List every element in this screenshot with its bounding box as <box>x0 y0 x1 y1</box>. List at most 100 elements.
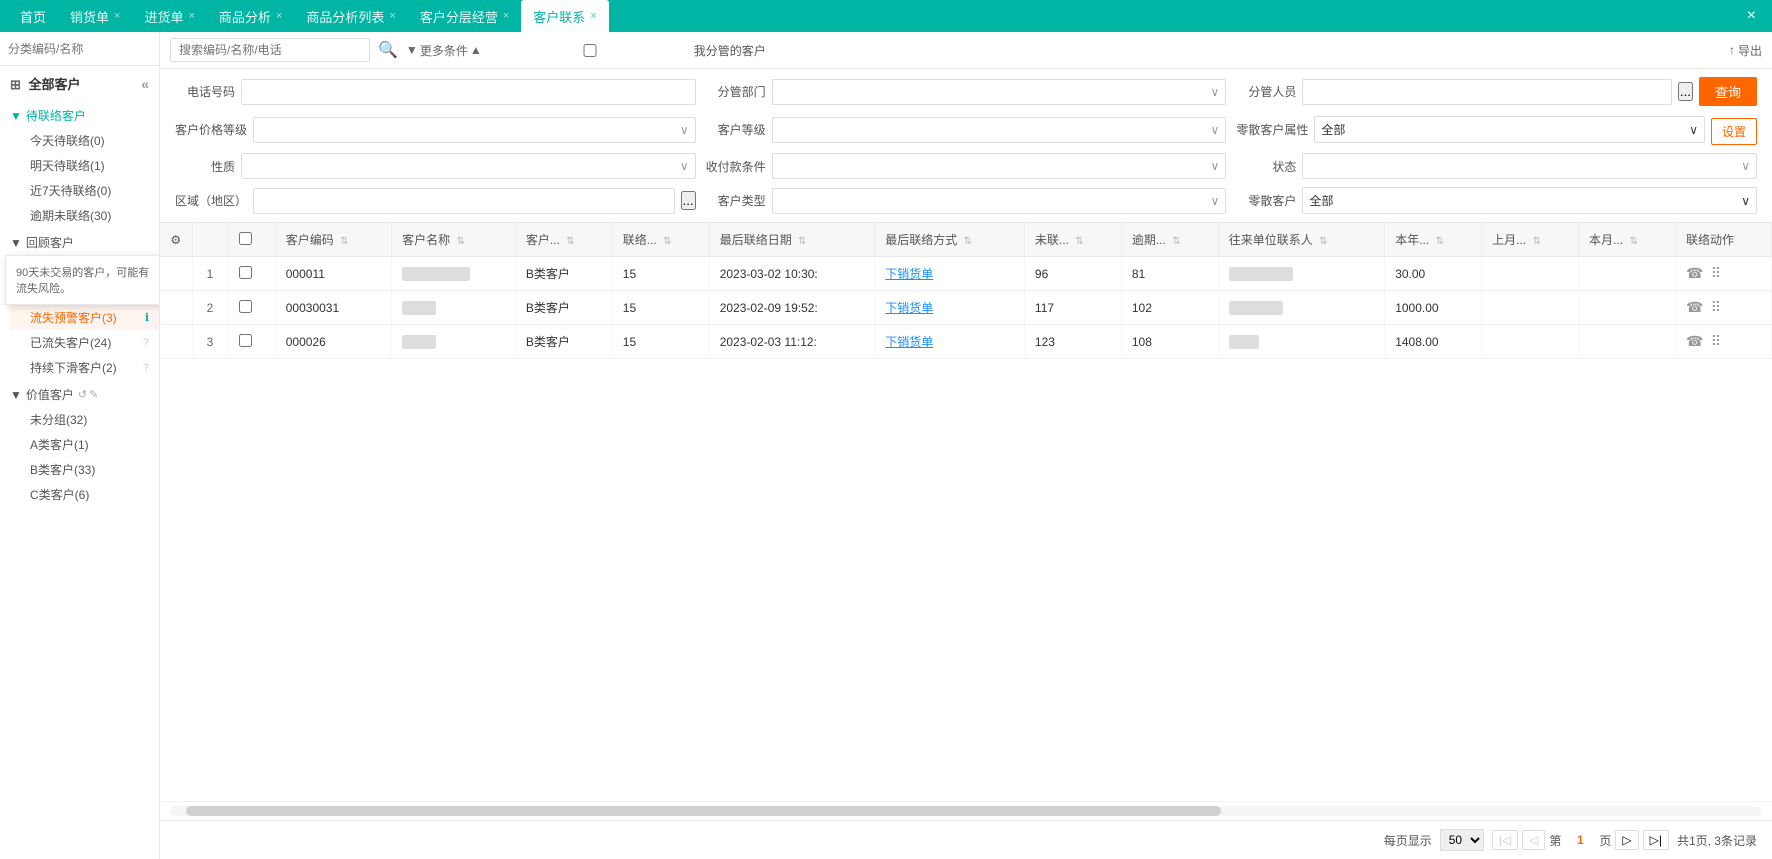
tab-product-analysis[interactable]: 商品分析 × <box>207 0 294 32</box>
table-header-gear[interactable]: ⚙ <box>160 223 192 257</box>
gender-field: 性质 ∨ <box>175 153 696 179</box>
row-checkbox[interactable] <box>228 325 275 359</box>
search-button[interactable]: 🔍 <box>378 40 398 60</box>
tab-customer-contact[interactable]: 客户联系 × <box>521 0 608 32</box>
close-icon[interactable]: × <box>503 10 509 22</box>
phone-input[interactable] <box>241 79 696 105</box>
manager-input[interactable] <box>1302 79 1672 105</box>
contact-icon[interactable]: ☎ <box>1686 333 1703 349</box>
table-header-this-year[interactable]: 本年... ⇅ <box>1385 223 1482 257</box>
last-page-button[interactable]: ▷| <box>1643 830 1669 850</box>
sidebar-item-class-c[interactable]: C类客户(6) <box>10 482 159 507</box>
next-page-button[interactable]: ▷ <box>1615 830 1638 850</box>
sidebar-group-value[interactable]: ▼ 价值客户 ↺ ✎ <box>0 380 159 407</box>
tab-product-analysis-list[interactable]: 商品分析列表 × <box>294 0 407 32</box>
sidebar-item-already-lost[interactable]: 已流失客户(24) ? <box>10 330 159 355</box>
sidebar-item-7days[interactable]: 近7天待联络(0) <box>10 178 159 203</box>
sidebar-group-lost[interactable]: ▼ 回顾客户 <box>0 228 159 255</box>
sidebar-all-customers[interactable]: ⊞ 全部客户 « <box>0 66 159 101</box>
sidebar-item-class-a[interactable]: A类客户(1) <box>10 432 159 457</box>
close-icon[interactable]: × <box>276 10 282 22</box>
page-number-input[interactable] <box>1565 833 1595 847</box>
price-level-select[interactable]: ∨ <box>253 117 696 143</box>
export-button[interactable]: ↑ 导出 <box>1729 42 1762 59</box>
chevron-down-icon: ∨ <box>680 123 689 137</box>
sidebar-item-lost-warning[interactable]: 流失预警客户(3) ℹ <box>10 305 159 330</box>
window-close-icon[interactable]: × <box>1739 7 1764 25</box>
more-action-icon[interactable]: ⠿ <box>1711 333 1721 349</box>
sidebar-search-input[interactable] <box>8 42 160 56</box>
customer-level-select[interactable]: ∨ <box>772 117 1227 143</box>
close-icon[interactable]: × <box>389 10 395 22</box>
zero-attr-select[interactable]: 全部 ∨ <box>1314 116 1705 143</box>
my-customers-checkbox-label[interactable]: 我分管的客户 <box>490 42 766 59</box>
sidebar-group-pending[interactable]: ▼ 待联络客户 <box>0 101 159 128</box>
row-this-year: 30.00 <box>1385 257 1482 291</box>
sidebar-item-ungrouped[interactable]: 未分组(32) <box>10 407 159 432</box>
sort-icon: ⇅ <box>663 236 671 247</box>
refresh-icon[interactable]: ↺ <box>78 388 87 401</box>
prev-page-button[interactable]: ◁ <box>1522 830 1545 850</box>
row-type: B类客户 <box>515 257 612 291</box>
row-last-contact-way[interactable]: 下销货单 <box>875 291 1025 325</box>
table-header-checkbox[interactable] <box>228 223 275 257</box>
close-icon[interactable]: × <box>590 10 596 22</box>
table-header-unlinked[interactable]: 未联... ⇅ <box>1024 223 1121 257</box>
more-conditions-button[interactable]: ▼ 更多条件 ▲ <box>406 42 482 59</box>
collapse-icon[interactable]: « <box>141 76 149 92</box>
zero-customer-select[interactable]: 全部 ∨ <box>1302 187 1757 214</box>
department-select[interactable]: ∨ <box>772 79 1227 105</box>
row-select-checkbox[interactable] <box>239 300 252 313</box>
more-action-icon[interactable]: ⠿ <box>1711 299 1721 315</box>
row-overdue: 102 <box>1121 291 1218 325</box>
customer-type-field: 客户类型 ∨ <box>706 188 1227 214</box>
row-last-contact-way[interactable]: 下销货单 <box>875 257 1025 291</box>
close-icon[interactable]: × <box>114 10 120 22</box>
tab-sales[interactable]: 销货单 × <box>58 0 132 32</box>
customer-type-select[interactable]: ∨ <box>772 188 1227 214</box>
tab-home[interactable]: 首页 <box>8 0 58 32</box>
contact-icon[interactable]: ☎ <box>1686 299 1703 315</box>
my-customers-checkbox[interactable] <box>490 44 690 57</box>
edit-icon[interactable]: ✎ <box>89 388 98 401</box>
manager-ellipsis-button[interactable]: ... <box>1678 82 1693 101</box>
gender-select[interactable]: ∨ <box>241 153 696 179</box>
table-header-unit-contact[interactable]: 往来单位联系人 ⇅ <box>1218 223 1384 257</box>
row-last-contact-way[interactable]: 下销货单 <box>875 325 1025 359</box>
sidebar-item-declining[interactable]: 持续下滑客户(2) ? <box>10 355 159 380</box>
row-select-checkbox[interactable] <box>239 266 252 279</box>
tab-purchase[interactable]: 进货单 × <box>132 0 206 32</box>
contact-icon[interactable]: ☎ <box>1686 265 1703 281</box>
search-input[interactable] <box>170 38 370 62</box>
help-icon: ? <box>143 362 149 374</box>
select-all-checkbox[interactable] <box>239 232 252 245</box>
first-page-button[interactable]: |◁ <box>1492 830 1518 850</box>
query-button[interactable]: 查询 <box>1699 77 1757 106</box>
close-icon[interactable]: × <box>188 10 194 22</box>
row-select-checkbox[interactable] <box>239 334 252 347</box>
row-checkbox[interactable] <box>228 291 275 325</box>
sidebar-item-today[interactable]: 今天待联络(0) <box>10 128 159 153</box>
sidebar-item-tomorrow[interactable]: 明天待联络(1) <box>10 153 159 178</box>
settings-button[interactable]: 设置 <box>1711 118 1757 145</box>
horizontal-scrollbar[interactable] <box>170 806 1762 816</box>
row-checkbox[interactable] <box>228 257 275 291</box>
status-select[interactable]: ∨ <box>1302 153 1757 179</box>
sidebar-item-overdue[interactable]: 逾期未联络(30) <box>10 203 159 228</box>
table-header-code[interactable]: 客户编码 ⇅ <box>275 223 391 257</box>
table-header-name[interactable]: 客户名称 ⇅ <box>392 223 516 257</box>
region-input[interactable] <box>253 188 675 214</box>
payment-select[interactable]: ∨ <box>772 153 1227 179</box>
more-action-icon[interactable]: ⠿ <box>1711 265 1721 281</box>
table-header-this-month[interactable]: 本月... ⇅ <box>1579 223 1676 257</box>
table-header-contact[interactable]: 联络... ⇅ <box>612 223 709 257</box>
tab-customer-segment[interactable]: 客户分层经营 × <box>408 0 521 32</box>
table-header-last-month[interactable]: 上月... ⇅ <box>1482 223 1579 257</box>
per-page-select[interactable]: 50 <box>1440 829 1484 851</box>
region-ellipsis-button[interactable]: ... <box>681 191 696 210</box>
table-header-last-contact-way[interactable]: 最后联络方式 ⇅ <box>875 223 1025 257</box>
sidebar-item-class-b[interactable]: B类客户(33) <box>10 457 159 482</box>
table-header-last-contact-date[interactable]: 最后联络日期 ⇅ <box>709 223 875 257</box>
table-header-overdue[interactable]: 逾期... ⇅ <box>1121 223 1218 257</box>
table-header-type[interactable]: 客户... ⇅ <box>515 223 612 257</box>
